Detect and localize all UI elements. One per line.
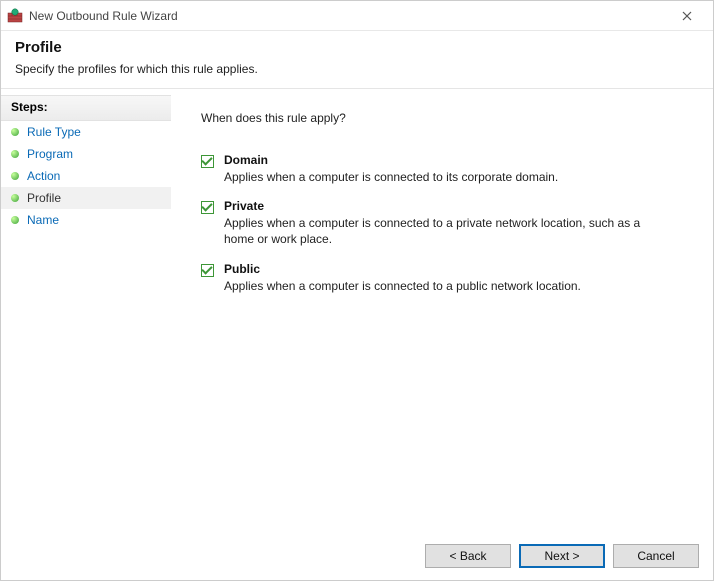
wizard-body: Steps: Rule Type Program Action Profile Name… [1, 89, 713, 580]
step-name[interactable]: Name [1, 209, 171, 231]
option-description: Applies when a computer is connected to … [224, 215, 664, 247]
checkbox-private[interactable] [201, 201, 214, 214]
titlebar: New Outbound Rule Wizard [1, 1, 713, 31]
page-subtitle: Specify the profiles for which this rule… [15, 62, 699, 76]
option-description: Applies when a computer is connected to … [224, 169, 558, 185]
option-name: Public [224, 262, 581, 276]
wizard-header: Profile Specify the profiles for which t… [1, 31, 713, 89]
step-bullet-icon [11, 150, 19, 158]
close-button[interactable] [667, 8, 707, 24]
checkbox-public[interactable] [201, 264, 214, 277]
option-text: Private Applies when a computer is connec… [224, 199, 664, 247]
close-icon [682, 11, 692, 21]
steps-title: Steps: [1, 95, 171, 121]
next-button[interactable]: Next > [519, 544, 605, 568]
step-bullet-icon [11, 194, 19, 202]
step-program[interactable]: Program [1, 143, 171, 165]
wizard-footer: < Back Next > Cancel [425, 544, 699, 568]
question-text: When does this rule apply? [201, 111, 695, 125]
step-label: Program [27, 147, 73, 161]
wizard-window: New Outbound Rule Wizard Profile Specify… [0, 0, 714, 581]
option-text: Domain Applies when a computer is connect… [224, 153, 558, 185]
step-bullet-icon [11, 128, 19, 136]
step-label: Rule Type [27, 125, 81, 139]
back-button[interactable]: < Back [425, 544, 511, 568]
step-label: Action [27, 169, 60, 183]
step-label: Profile [27, 191, 61, 205]
profile-option-domain: Domain Applies when a computer is connect… [201, 153, 695, 185]
step-profile[interactable]: Profile [1, 187, 171, 209]
steps-sidebar: Steps: Rule Type Program Action Profile Name [1, 89, 171, 580]
cancel-button[interactable]: Cancel [613, 544, 699, 568]
option-text: Public Applies when a computer is connect… [224, 262, 581, 294]
firewall-icon [7, 8, 23, 24]
profile-option-public: Public Applies when a computer is connect… [201, 262, 695, 294]
profile-option-private: Private Applies when a computer is connec… [201, 199, 695, 247]
checkbox-domain[interactable] [201, 155, 214, 168]
option-name: Domain [224, 153, 558, 167]
step-rule-type[interactable]: Rule Type [1, 121, 171, 143]
step-label: Name [27, 213, 59, 227]
step-bullet-icon [11, 216, 19, 224]
option-name: Private [224, 199, 664, 213]
step-action[interactable]: Action [1, 165, 171, 187]
option-description: Applies when a computer is connected to … [224, 278, 581, 294]
window-title: New Outbound Rule Wizard [29, 9, 667, 23]
content-area: When does this rule apply? Domain Applies… [171, 89, 713, 580]
step-bullet-icon [11, 172, 19, 180]
page-title: Profile [15, 39, 699, 56]
